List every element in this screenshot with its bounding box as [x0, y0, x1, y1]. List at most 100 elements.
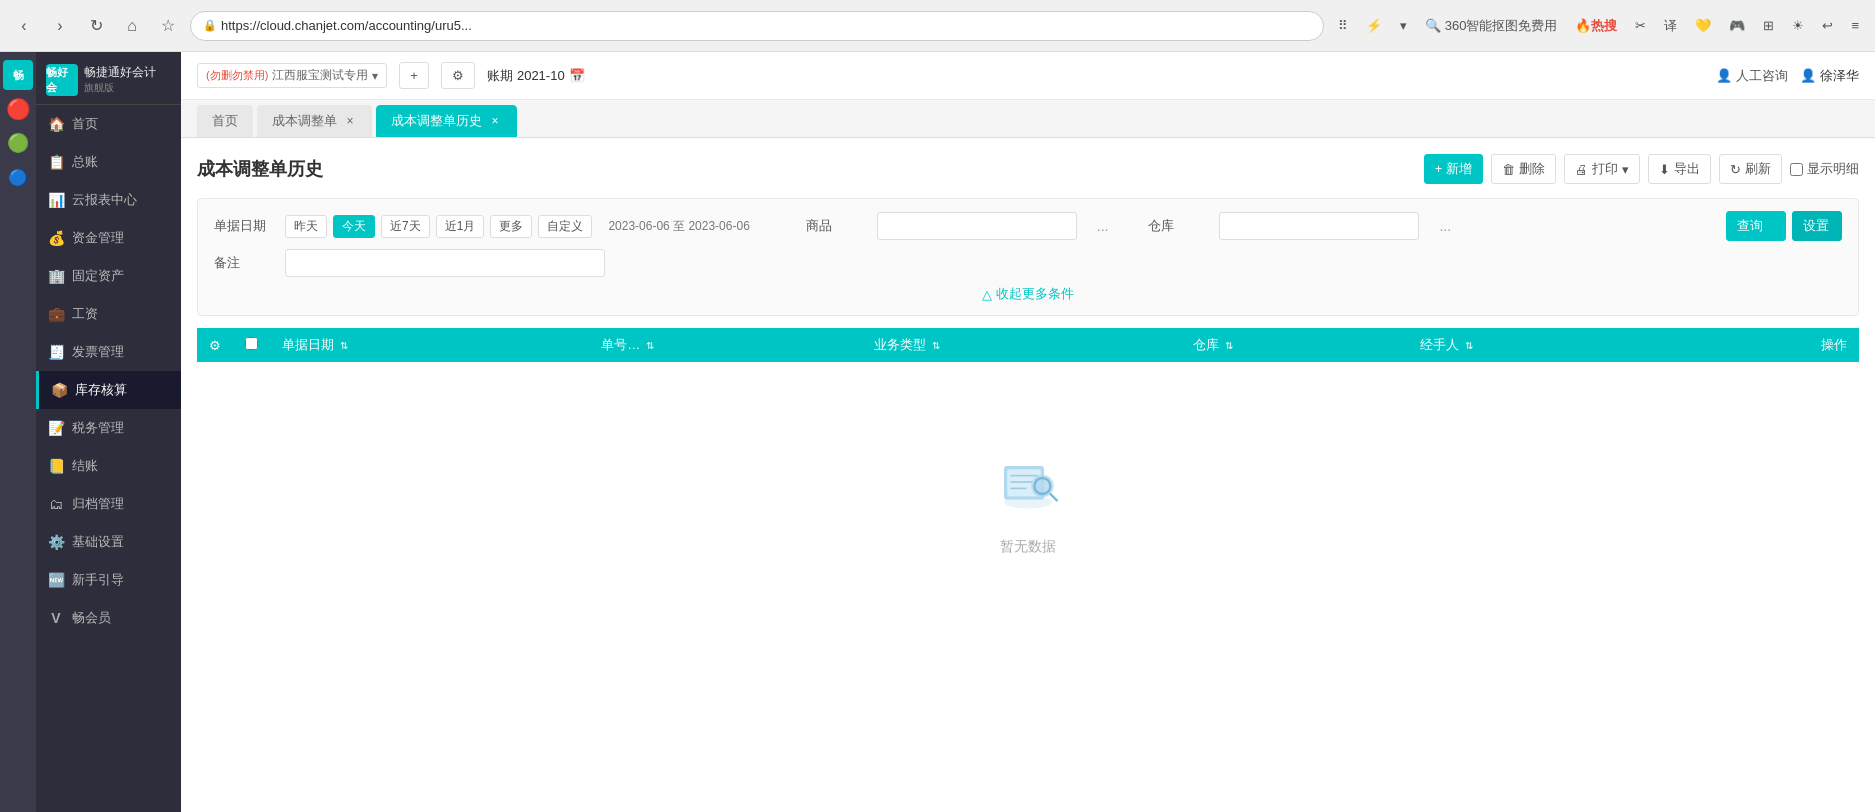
- table-col-business-type[interactable]: 业务类型 ⇅: [862, 328, 1181, 362]
- filter-row-date: 单据日期 昨天 今天 近7天 近1月 更多 自定义 2023-06-06 至 2…: [214, 211, 1842, 241]
- user-info[interactable]: 👤 徐泽华: [1800, 67, 1859, 85]
- tab-cost-adjust-history[interactable]: 成本调整单历史 ×: [376, 105, 517, 137]
- inventory-icon: 📦: [51, 382, 67, 398]
- sidebar-item-closing[interactable]: 📒 结账: [36, 447, 181, 485]
- table-col-date[interactable]: 单据日期 ⇅: [270, 328, 589, 362]
- archive-icon: 🗂: [48, 496, 64, 512]
- date-today-btn[interactable]: 今天: [333, 215, 375, 238]
- tab-history-close[interactable]: ×: [488, 114, 502, 128]
- service-btn[interactable]: 👤 人工咨询: [1716, 67, 1788, 85]
- sidebar-item-reports[interactable]: 📊 云报表中心: [36, 181, 181, 219]
- company-settings-btn[interactable]: ⚙: [441, 62, 475, 89]
- rail-item-1[interactable]: 🔴: [3, 94, 33, 124]
- remark-input[interactable]: [285, 249, 605, 277]
- sidebar-item-tax[interactable]: 📝 税务管理: [36, 409, 181, 447]
- company-selector[interactable]: (勿删勿禁用) 江西服宝测试专用 ▾: [197, 63, 387, 88]
- sidebar-label-vip: 畅会员: [72, 609, 111, 627]
- collapse-label: 收起更多条件: [996, 285, 1074, 303]
- select-all-checkbox[interactable]: [245, 337, 258, 350]
- table-settings-col[interactable]: ⚙: [197, 328, 233, 362]
- warehouse-input[interactable]: [1219, 212, 1419, 240]
- grid-btn[interactable]: ⊞: [1757, 16, 1780, 35]
- secure-icon: 🔒: [203, 19, 217, 32]
- sort-handler-icon: ⇅: [1465, 340, 1473, 351]
- app-logo-icon: 畅: [4, 61, 32, 89]
- dropdown-btn[interactable]: ▾: [1394, 16, 1413, 35]
- rail-item-logo[interactable]: 畅: [3, 60, 33, 90]
- reload-button[interactable]: ↻: [82, 12, 110, 40]
- collapse-btn[interactable]: △ 收起更多条件: [214, 285, 1842, 303]
- sidebar-item-invoices[interactable]: 🧾 发票管理: [36, 333, 181, 371]
- menu-btn[interactable]: ≡: [1845, 16, 1865, 35]
- query-btn[interactable]: 查询: [1726, 211, 1786, 241]
- sidebar-item-archive[interactable]: 🗂 归档管理: [36, 485, 181, 523]
- forward-button[interactable]: ›: [46, 12, 74, 40]
- add-company-btn[interactable]: +: [399, 62, 429, 89]
- show-columns-checkbox[interactable]: [1790, 163, 1803, 176]
- sidebar-item-funds[interactable]: 💰 资金管理: [36, 219, 181, 257]
- url-bar[interactable]: 🔒 https://cloud.chanjet.com/accounting/u…: [190, 11, 1324, 41]
- table-col-handler[interactable]: 经手人 ⇅: [1408, 328, 1681, 362]
- undo-btn[interactable]: ↩: [1816, 16, 1839, 35]
- warehouse-dots[interactable]: ...: [1435, 218, 1455, 234]
- sidebar-item-guide[interactable]: 🆕 新手引导: [36, 561, 181, 599]
- sidebar-item-fixed-assets[interactable]: 🏢 固定资产: [36, 257, 181, 295]
- warehouse-filter-label: 仓库: [1148, 217, 1203, 235]
- rail-item-2[interactable]: 🟢: [3, 128, 33, 158]
- date-more-btn[interactable]: 更多: [490, 215, 532, 238]
- export-btn[interactable]: ⬇ 导出: [1648, 154, 1711, 184]
- tab-cost-adjust-close[interactable]: ×: [343, 114, 357, 128]
- period-info: 账期 2021-10 📅: [487, 67, 585, 85]
- new-btn[interactable]: + 新增: [1424, 154, 1483, 184]
- sidebar-item-salary[interactable]: 💼 工资: [36, 295, 181, 333]
- show-columns-btn[interactable]: 显示明细: [1790, 160, 1859, 178]
- user-name: 徐泽华: [1820, 67, 1859, 85]
- sidebar-label-invoices: 发票管理: [72, 343, 124, 361]
- sidebar-item-settings[interactable]: ⚙️ 基础设置: [36, 523, 181, 561]
- logo-text: 畅捷通好会计: [84, 65, 156, 81]
- filter-area: 单据日期 昨天 今天 近7天 近1月 更多 自定义 2023-06-06 至 2…: [197, 198, 1859, 316]
- app-container: 畅 🔴 🟢 🔵 畅好会 畅捷通好会计 旗舰版 🏠 首页 📋 总账 📊 云报表中心…: [0, 52, 1875, 812]
- wallet-btn[interactable]: 💛: [1689, 16, 1717, 35]
- table-col-warehouse[interactable]: 仓库 ⇅: [1181, 328, 1408, 362]
- hot-search-btn[interactable]: 🔥热搜: [1569, 15, 1623, 37]
- scissors-btn[interactable]: ✂: [1629, 16, 1652, 35]
- sidebar-item-vip[interactable]: V 畅会员: [36, 599, 181, 637]
- translate-btn[interactable]: 译: [1658, 15, 1683, 37]
- search-tool-btn[interactable]: 🔍 360智能抠图免费用: [1419, 15, 1563, 37]
- period-value: 2021-10: [517, 68, 565, 83]
- browser-bar: ‹ › ↻ ⌂ ☆ 🔒 https://cloud.chanjet.com/ac…: [0, 0, 1875, 52]
- sidebar-item-inventory[interactable]: 📦 库存核算: [36, 371, 181, 409]
- print-btn[interactable]: 🖨 打印 ▾: [1564, 154, 1640, 184]
- sidebar-item-ledger[interactable]: 📋 总账: [36, 143, 181, 181]
- table-checkbox-col[interactable]: [233, 328, 270, 362]
- page-header: 成本调整单历史 + 新增 🗑 删除 🖨 打印 ▾ ⬇ 导出: [197, 154, 1859, 184]
- sidebar-label-ledger: 总账: [72, 153, 98, 171]
- lightning-btn[interactable]: ⚡: [1360, 16, 1388, 35]
- date-custom-btn[interactable]: 自定义: [538, 215, 592, 238]
- date-yesterday-btn[interactable]: 昨天: [285, 215, 327, 238]
- service-icon: 👤: [1716, 68, 1732, 83]
- product-dots[interactable]: ...: [1093, 218, 1113, 234]
- extensions-btn[interactable]: ⠿: [1332, 16, 1354, 35]
- brightness-btn[interactable]: ☀: [1786, 16, 1810, 35]
- tab-home[interactable]: 首页: [197, 105, 253, 137]
- delete-btn[interactable]: 🗑 删除: [1491, 154, 1556, 184]
- browser-tools: ⠿ ⚡ ▾ 🔍 360智能抠图免费用 🔥热搜 ✂ 译 💛 🎮 ⊞ ☀ ↩ ≡: [1332, 15, 1865, 37]
- game-btn[interactable]: 🎮: [1723, 16, 1751, 35]
- back-button[interactable]: ‹: [10, 12, 38, 40]
- company-name: 江西服宝测试专用: [272, 67, 368, 84]
- tab-cost-adjust[interactable]: 成本调整单 ×: [257, 105, 372, 137]
- refresh-btn[interactable]: ↻ 刷新: [1719, 154, 1782, 184]
- bookmark-button[interactable]: ☆: [154, 12, 182, 40]
- date-7days-btn[interactable]: 近7天: [381, 215, 430, 238]
- guide-icon: 🆕: [48, 572, 64, 588]
- home-button[interactable]: ⌂: [118, 12, 146, 40]
- filter-settings-btn[interactable]: 设置: [1792, 211, 1842, 241]
- sidebar-item-home[interactable]: 🏠 首页: [36, 105, 181, 143]
- home-icon: 🏠: [48, 116, 64, 132]
- product-input[interactable]: [877, 212, 1077, 240]
- date-1month-btn[interactable]: 近1月: [436, 215, 485, 238]
- table-col-number[interactable]: 单号… ⇅: [589, 328, 862, 362]
- rail-item-3[interactable]: 🔵: [3, 162, 33, 192]
